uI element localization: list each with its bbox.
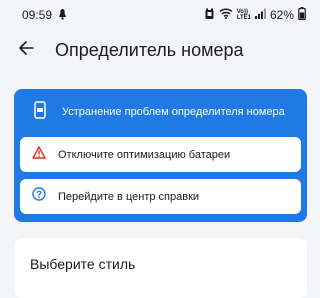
status-right: Vo)) LTE1 62% (204, 7, 306, 23)
troubleshoot-card: Устранение проблем определителя номера О… (14, 89, 307, 222)
app-bar: Определитель номера (0, 30, 320, 70)
page-title: Определитель номера (55, 39, 244, 60)
alarm-icon (204, 8, 215, 23)
warning-icon (32, 145, 46, 164)
disable-battery-optimization-item[interactable]: Отключите оптимизацию батареи (20, 137, 301, 172)
phone-id-icon (34, 100, 46, 124)
status-time: 09:59 (22, 8, 53, 22)
wifi-icon (219, 8, 233, 22)
notification-icon (58, 8, 67, 23)
battery-icon (298, 7, 306, 23)
help-icon (32, 187, 46, 206)
network-label-bottom: LTE1 (236, 15, 251, 21)
style-section: Выберите стиль (14, 238, 307, 298)
back-button[interactable] (2, 30, 50, 70)
help-center-label: Перейдите в центр справки (58, 190, 200, 203)
network-type: Vo)) LTE1 (237, 9, 251, 21)
disable-battery-optimization-label: Отключите оптимизацию батареи (58, 148, 231, 161)
troubleshoot-header[interactable]: Устранение проблем определителя номера (14, 89, 307, 135)
status-left: 09:59 (22, 8, 67, 23)
battery-percent: 62% (269, 8, 294, 22)
signal-icon (254, 8, 266, 22)
troubleshoot-header-label: Устранение проблем определителя номера (62, 106, 285, 118)
arrow-left-icon (18, 40, 34, 61)
help-center-item[interactable]: Перейдите в центр справки (20, 179, 301, 214)
style-section-title: Выберите стиль (30, 256, 136, 272)
status-bar: 09:59 Vo)) LTE1 62% (0, 0, 320, 30)
